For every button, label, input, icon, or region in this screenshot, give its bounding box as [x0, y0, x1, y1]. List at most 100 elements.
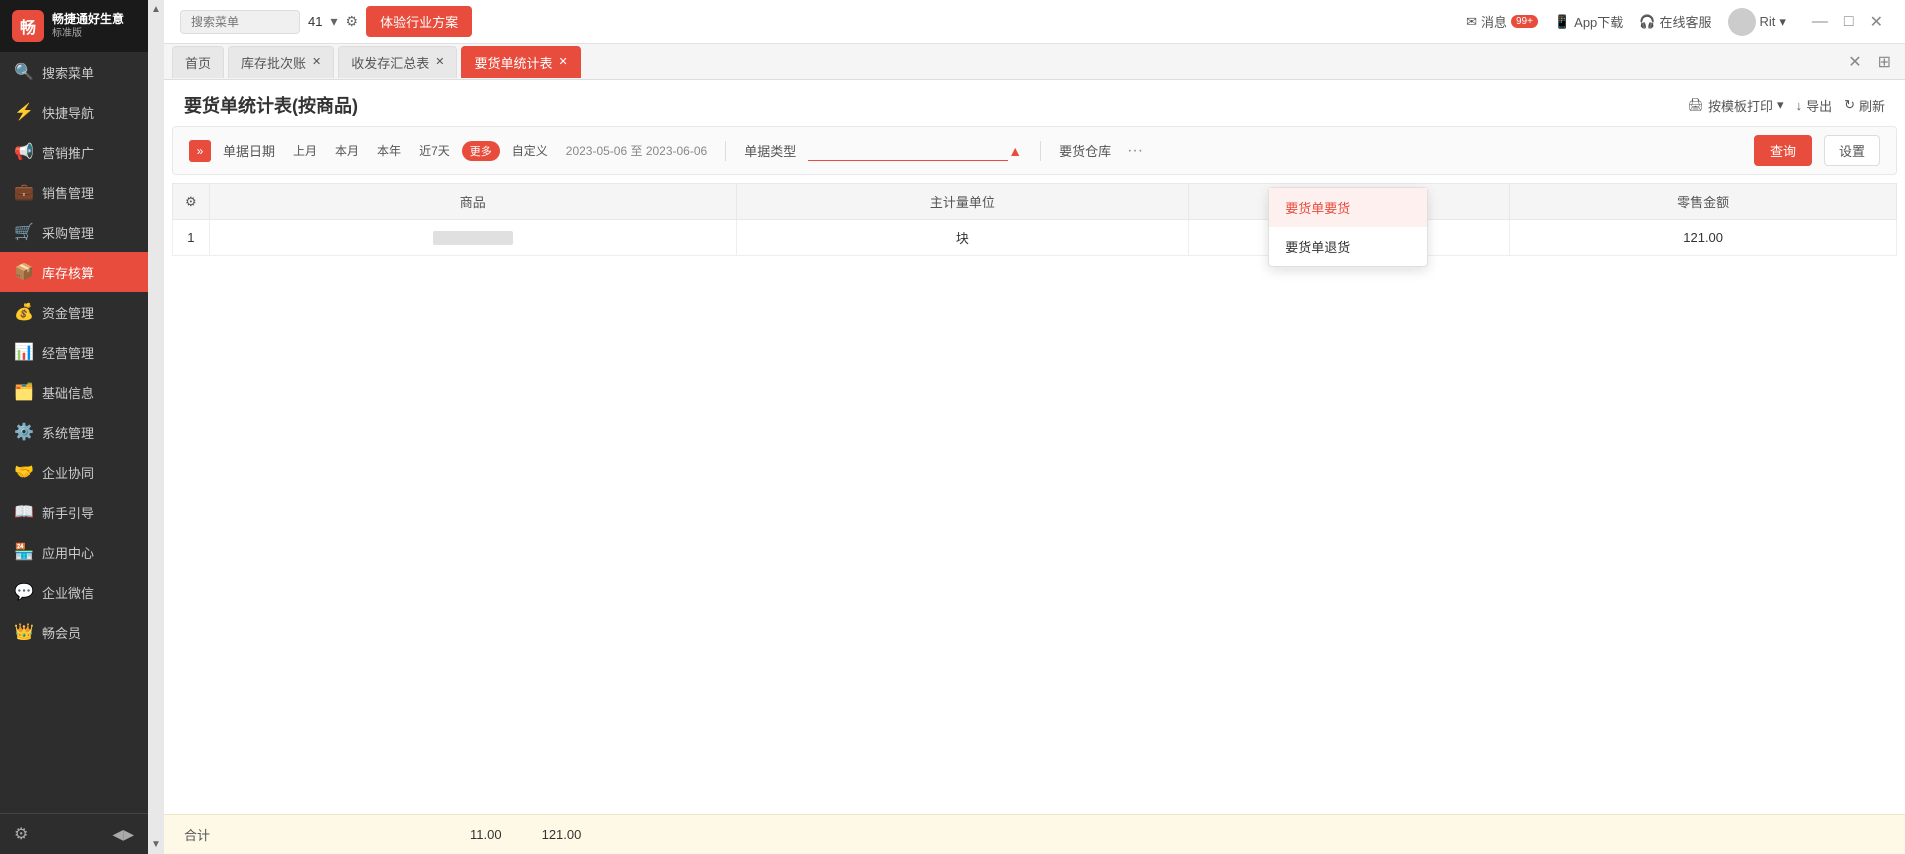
tab-1[interactable]: 库存批次账 ✕: [228, 46, 334, 78]
scroll-up-button[interactable]: ▲: [148, 0, 164, 19]
page-header: 要货单统计表(按商品) 🖨 按模板打印 ▾ ↓ 导出 ↻ 刷新: [164, 80, 1905, 126]
tab-label: 库存批次账: [241, 53, 306, 72]
industry-btn[interactable]: 体验行业方案: [366, 6, 472, 37]
settings-topbar-icon[interactable]: ⚙: [346, 13, 359, 30]
topbar-left: 41 ▾ ⚙ 体验行业方案: [180, 6, 1454, 37]
refresh-action[interactable]: ↻ 刷新: [1844, 96, 1885, 115]
content-area: 要货单统计表(按商品) 🖨 按模板打印 ▾ ↓ 导出 ↻ 刷新 »: [164, 80, 1905, 854]
user-avatar-action[interactable]: Rit ▾: [1728, 8, 1786, 36]
sidebar-item-quick[interactable]: ⚡ 快捷导航: [0, 92, 148, 132]
dropdown-arrow-icon[interactable]: ▾: [330, 13, 337, 30]
tab-close-icon[interactable]: ✕: [312, 57, 321, 68]
scroll-down-button[interactable]: ▼: [148, 835, 164, 854]
sidebar-item-guide[interactable]: 📖 新手引导: [0, 492, 148, 532]
tab-restore-button[interactable]: ⊞: [1872, 50, 1897, 74]
date-label: 单据日期: [223, 141, 275, 160]
sidebar-item-label: 基础信息: [42, 383, 94, 402]
message-action[interactable]: ✉ 消息 99+: [1466, 12, 1538, 31]
sidebar-nav: 🔍 搜索菜单 ⚡ 快捷导航 📢 营销推广 💼 销售管理 🛒 采购管理 📦 库存核…: [0, 52, 148, 813]
date-7days-btn[interactable]: 近7天: [413, 140, 456, 161]
tab-label: 收发存汇总表: [351, 53, 429, 72]
sidebar-item-wxwork[interactable]: 💬 企业微信: [0, 572, 148, 612]
sidebar-item-label: 库存核算: [42, 263, 94, 282]
app-title: 畅捷通好生意 标准版: [52, 11, 124, 42]
query-button[interactable]: 查询: [1754, 135, 1812, 166]
filter-divider-2: [1040, 141, 1041, 161]
sidebar-item-label: 企业微信: [42, 583, 94, 602]
sidebar-item-purchase[interactable]: 🛒 采购管理: [0, 212, 148, 252]
print-action[interactable]: 🖨 按模板打印 ▾: [1688, 96, 1784, 115]
dropdown-item-0[interactable]: 要货单要货: [1269, 188, 1427, 227]
print-arrow-icon: ▾: [1777, 97, 1784, 113]
sidebar-item-search[interactable]: 🔍 搜索菜单: [0, 52, 148, 92]
type-dropdown-arrow-icon[interactable]: ▲: [1008, 143, 1022, 159]
tab-label: 要货单统计表: [474, 53, 552, 72]
tab-close-all-button[interactable]: ✕: [1842, 50, 1867, 74]
sidebar-item-collab[interactable]: 🤝 企业协同: [0, 452, 148, 492]
app-download-action[interactable]: 📱 App下载: [1554, 12, 1623, 31]
app-logo: 畅: [12, 10, 44, 42]
page-actions: 🖨 按模板打印 ▾ ↓ 导出 ↻ 刷新: [1688, 96, 1886, 115]
filter-expand-button[interactable]: »: [189, 140, 211, 162]
date-custom-btn[interactable]: 自定义: [506, 140, 554, 161]
system-icon: ⚙️: [14, 422, 34, 442]
maximize-button[interactable]: □: [1838, 11, 1860, 33]
search-input[interactable]: [180, 10, 300, 34]
minimize-button[interactable]: —: [1806, 11, 1834, 33]
avatar: [1728, 8, 1756, 36]
close-button[interactable]: ✕: [1864, 10, 1889, 34]
sidebar-item-label: 资金管理: [42, 303, 94, 322]
tab-close-icon[interactable]: ✕: [435, 57, 444, 68]
date-last-month-btn[interactable]: 上月: [287, 140, 323, 161]
sidebar-item-label: 营销推广: [42, 143, 94, 162]
sidebar-item-apps[interactable]: 🏪 应用中心: [0, 532, 148, 572]
sidebar-item-basic[interactable]: 🗂️ 基础信息: [0, 372, 148, 412]
window-controls: — □ ✕: [1806, 10, 1889, 34]
wxwork-icon: 💬: [14, 582, 34, 602]
sidebar-item-label: 应用中心: [42, 543, 94, 562]
sidebar-item-finance[interactable]: 💰 资金管理: [0, 292, 148, 332]
tab-0[interactable]: 首页: [172, 46, 224, 78]
basic-icon: 🗂️: [14, 382, 34, 402]
sidebar-item-member[interactable]: 👑 畅会员: [0, 612, 148, 652]
footer-label: 合计: [184, 825, 210, 844]
table-footer: 合计 11.00 121.00: [164, 814, 1905, 854]
date-this-month-btn[interactable]: 本月: [329, 140, 365, 161]
cell-unit: 块: [736, 220, 1188, 256]
date-more-btn[interactable]: 更多: [462, 141, 500, 161]
col-settings[interactable]: ⚙: [173, 184, 210, 220]
sidebar-item-operations[interactable]: 📊 经营管理: [0, 332, 148, 372]
collab-icon: 🤝: [14, 462, 34, 482]
sidebar-item-label: 系统管理: [42, 423, 94, 442]
col-amount: 零售金额: [1510, 184, 1897, 220]
apps-icon: 🏪: [14, 542, 34, 562]
sidebar-item-sales[interactable]: 💼 销售管理: [0, 172, 148, 212]
tab-close-icon[interactable]: ✕: [559, 57, 568, 68]
table-wrapper: ⚙ 商品 主计量单位 主数量 零售金额 1 块 11.00 121.00: [164, 183, 1905, 814]
export-action[interactable]: ↓ 导出: [1796, 96, 1833, 115]
type-label: 单据类型: [744, 141, 796, 160]
member-icon: 👑: [14, 622, 34, 642]
settings-icon[interactable]: ⚙: [14, 824, 28, 844]
tab-3[interactable]: 要货单统计表 ✕: [461, 46, 580, 78]
date-this-year-btn[interactable]: 本年: [371, 140, 407, 161]
warehouse-more-icon[interactable]: ···: [1127, 142, 1143, 160]
sidebar-item-label: 经营管理: [42, 343, 94, 362]
operations-icon: 📊: [14, 342, 34, 362]
tabs-container: 首页库存批次账 ✕ 收发存汇总表 ✕ 要货单统计表 ✕: [172, 46, 1838, 78]
sidebar-item-system[interactable]: ⚙️ 系统管理: [0, 412, 148, 452]
type-input[interactable]: [808, 141, 1008, 161]
user-dropdown-icon: ▾: [1779, 14, 1786, 30]
sidebar-header: 畅 畅捷通好生意 标准版: [0, 0, 148, 52]
export-icon: ↓: [1796, 98, 1803, 113]
sidebar-item-label: 采购管理: [42, 223, 94, 242]
dropdown-item-1[interactable]: 要货单退货: [1269, 227, 1427, 266]
tab-2[interactable]: 收发存汇总表 ✕: [338, 46, 457, 78]
sidebar-item-marketing[interactable]: 📢 营销推广: [0, 132, 148, 172]
purchase-icon: 🛒: [14, 222, 34, 242]
filter-settings-button[interactable]: 设置: [1824, 135, 1880, 166]
online-service-action[interactable]: 🎧 在线客服: [1639, 12, 1711, 31]
sidebar-item-inventory[interactable]: 📦 库存核算: [0, 252, 148, 292]
collapse-icon[interactable]: ◀▶: [112, 826, 134, 843]
sidebar-footer: ⚙ ◀▶: [0, 813, 148, 854]
